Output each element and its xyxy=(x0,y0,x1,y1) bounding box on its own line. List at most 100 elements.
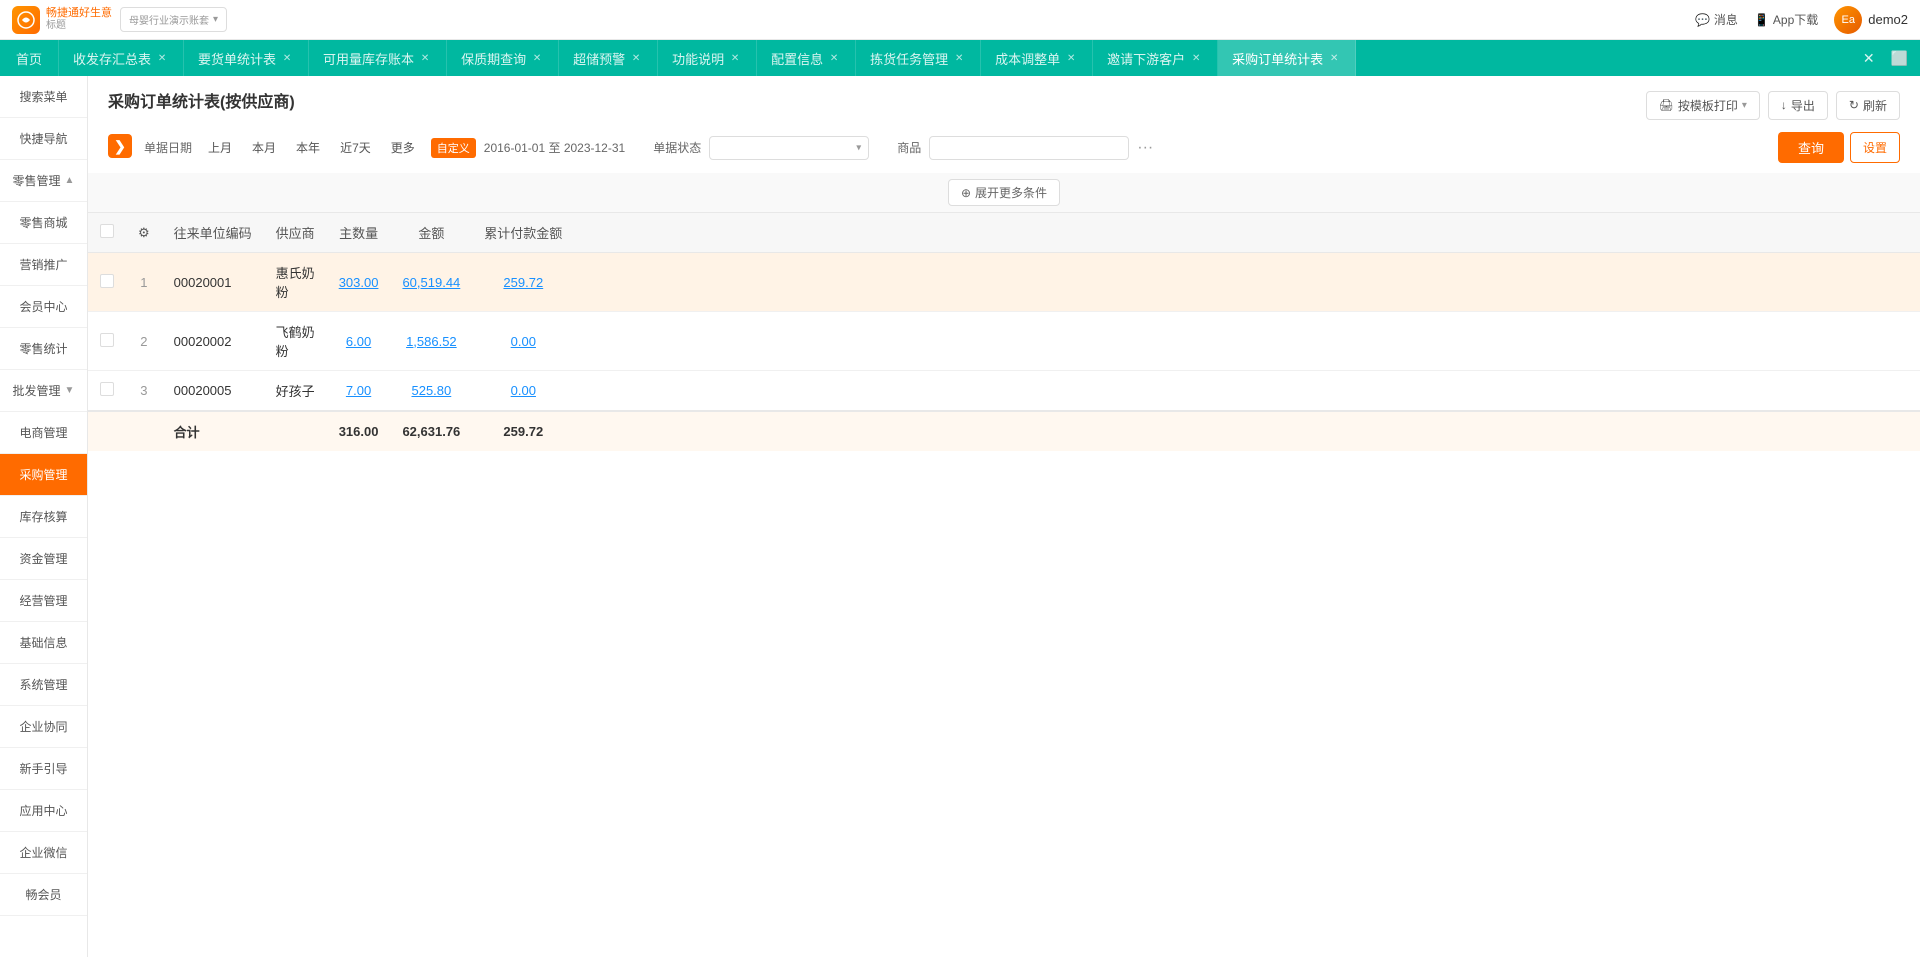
close-tab-picking-task[interactable]: ✕ xyxy=(952,51,966,65)
table-footer: 合计 316.00 62,631.76 259.72 xyxy=(88,411,1920,451)
sidebar-item-system[interactable]: 系统管理 xyxy=(0,664,87,706)
settings-icon[interactable]: ⚙ xyxy=(138,225,150,240)
sidebar-item-quick-nav[interactable]: 快捷导航 xyxy=(0,118,87,160)
status-select[interactable] xyxy=(709,136,869,160)
sidebar-item-new-user[interactable]: 新手引导 xyxy=(0,748,87,790)
sidebar-item-member[interactable]: 会员中心 xyxy=(0,286,87,328)
expand-conditions-btn[interactable]: ⊕ 展开更多条件 xyxy=(948,179,1060,206)
tab-order-summary[interactable]: 要货单统计表 ✕ xyxy=(184,40,309,76)
tab-overstock[interactable]: 超储预警 ✕ xyxy=(559,40,658,76)
tab-config-info[interactable]: 配置信息 ✕ xyxy=(757,40,856,76)
message-btn[interactable]: 💬 消息 xyxy=(1695,11,1738,28)
select-all-checkbox[interactable] xyxy=(100,224,114,238)
col-supplier: 供应商 xyxy=(264,213,327,253)
row-checkbox-2[interactable] xyxy=(88,371,126,412)
print-btn[interactable]: 🖨 按模板打印 ▾ xyxy=(1646,91,1760,120)
tab-cost-adjust[interactable]: 成本调整单 ✕ xyxy=(981,40,1093,76)
row-qty-0[interactable]: 303.00 xyxy=(327,253,391,312)
close-all-tabs-btn[interactable]: ✕ xyxy=(1859,46,1879,71)
collapse-toggle[interactable]: ❯ xyxy=(108,134,132,158)
row-qty-2[interactable]: 7.00 xyxy=(327,371,391,412)
status-select-wrapper[interactable] xyxy=(709,136,869,160)
goods-input[interactable] xyxy=(929,136,1129,160)
sidebar-item-purchase[interactable]: 采购管理 xyxy=(0,454,87,496)
query-settings-group: 查询 设置 xyxy=(1778,132,1900,163)
sidebar-item-operations[interactable]: 经营管理 xyxy=(0,580,87,622)
close-tab-shelf-life[interactable]: ✕ xyxy=(530,51,544,65)
close-tab-invite-downstream[interactable]: ✕ xyxy=(1189,51,1203,65)
row-amount-0[interactable]: 60,519.44 xyxy=(390,253,472,312)
export-btn[interactable]: ↓ 导出 xyxy=(1768,91,1828,120)
close-tab-order-summary[interactable]: ✕ xyxy=(280,51,294,65)
tab-shelf-life[interactable]: 保质期查询 ✕ xyxy=(447,40,559,76)
close-tab-available-stock[interactable]: ✕ xyxy=(418,51,432,65)
sidebar-item-base-info[interactable]: 基础信息 xyxy=(0,622,87,664)
close-tab-purchase-summary[interactable]: ✕ xyxy=(1327,51,1341,65)
printer-icon: 🖨 xyxy=(1659,98,1674,112)
sidebar-item-app-center[interactable]: 应用中心 xyxy=(0,790,87,832)
sidebar-item-enterprise[interactable]: 企业协同 xyxy=(0,706,87,748)
col-settings: ⚙ xyxy=(126,213,162,253)
tab-invite-downstream[interactable]: 邀请下游客户 ✕ xyxy=(1093,40,1218,76)
query-btn[interactable]: 查询 xyxy=(1778,132,1844,163)
row-amount-2[interactable]: 525.80 xyxy=(390,371,472,412)
sidebar-item-marketing[interactable]: 营销推广 xyxy=(0,244,87,286)
user-area[interactable]: Ea demo2 xyxy=(1834,6,1908,34)
shortcut-more[interactable]: 更多 xyxy=(383,137,423,158)
row-paid-0[interactable]: 259.72 xyxy=(472,253,574,312)
row-select-checkbox-0[interactable] xyxy=(100,274,114,288)
expand-toggle-btn[interactable]: ❯ xyxy=(108,134,132,158)
close-tab-receive-send[interactable]: ✕ xyxy=(155,51,169,65)
sidebar-item-enterprise-wechat[interactable]: 企业微信 xyxy=(0,832,87,874)
footer-label: 合计 xyxy=(162,411,327,451)
footer-empty2 xyxy=(126,411,162,451)
nav-tabs-end: ✕ ⬜ xyxy=(1859,46,1920,71)
row-num-1: 2 xyxy=(126,312,162,371)
tab-home[interactable]: 首页 xyxy=(0,40,59,76)
table-area: ⚙ 往来单位编码 供应商 主数量 金额 累计付款金额 1 00020001 惠氏… xyxy=(88,213,1920,957)
sidebar-item-retail-mgmt[interactable]: 零售管理 ▲ xyxy=(0,160,87,202)
refresh-btn[interactable]: ↻ 刷新 xyxy=(1836,91,1900,120)
close-tab-function-desc[interactable]: ✕ xyxy=(728,51,742,65)
shortcut-last-month[interactable]: 上月 xyxy=(200,137,240,158)
chevron-up-icon: ▲ xyxy=(65,175,75,186)
tab-function-desc[interactable]: 功能说明 ✕ xyxy=(658,40,757,76)
row-checkbox-0[interactable] xyxy=(88,253,126,312)
row-checkbox-1[interactable] xyxy=(88,312,126,371)
app-download-btn[interactable]: 📱 App下载 xyxy=(1754,11,1818,28)
sidebar-item-retail-stats[interactable]: 零售统计 xyxy=(0,328,87,370)
maximize-btn[interactable]: ⬜ xyxy=(1887,46,1912,71)
row-amount-1[interactable]: 1,586.52 xyxy=(390,312,472,371)
close-tab-overstock[interactable]: ✕ xyxy=(629,51,643,65)
sidebar-item-search[interactable]: 搜索菜单 xyxy=(0,76,87,118)
sidebar-item-retail-store[interactable]: 零售商城 xyxy=(0,202,87,244)
row-paid-1[interactable]: 0.00 xyxy=(472,312,574,371)
shortcut-7-days[interactable]: 近7天 xyxy=(332,137,379,158)
tab-picking-task[interactable]: 拣货任务管理 ✕ xyxy=(856,40,981,76)
row-qty-1[interactable]: 6.00 xyxy=(327,312,391,371)
shortcut-this-month[interactable]: 本月 xyxy=(244,137,284,158)
table-row: 2 00020002 飞鹤奶粉 6.00 1,586.52 0.00 xyxy=(88,312,1920,371)
row-num-0: 1 xyxy=(126,253,162,312)
footer-empty1 xyxy=(88,411,126,451)
row-select-checkbox-2[interactable] xyxy=(100,382,114,396)
settings-btn[interactable]: 设置 xyxy=(1850,132,1900,163)
row-paid-2[interactable]: 0.00 xyxy=(472,371,574,412)
workspace-selector[interactable]: 母婴行业演示账套 ▾ xyxy=(120,7,227,32)
tab-receive-send[interactable]: 收发存汇总表 ✕ xyxy=(59,40,184,76)
goods-input-more-icon[interactable]: ··· xyxy=(1137,140,1153,156)
tab-purchase-summary[interactable]: 采购订单统计表 ✕ xyxy=(1218,40,1356,76)
close-tab-config-info[interactable]: ✕ xyxy=(827,51,841,65)
close-tab-cost-adjust[interactable]: ✕ xyxy=(1064,51,1078,65)
shortcut-this-year[interactable]: 本年 xyxy=(288,137,328,158)
sidebar-item-inventory[interactable]: 库存核算 xyxy=(0,496,87,538)
tab-available-stock[interactable]: 可用量库存账本 ✕ xyxy=(309,40,447,76)
table-row: 1 00020001 惠氏奶粉 303.00 60,519.44 259.72 xyxy=(88,253,1920,312)
phone-icon: 📱 xyxy=(1754,13,1769,27)
sidebar-item-wholesale[interactable]: 批发管理 ▼ xyxy=(0,370,87,412)
sidebar-item-vip[interactable]: 畅会员 xyxy=(0,874,87,916)
row-select-checkbox-1[interactable] xyxy=(100,333,114,347)
sidebar-item-finance[interactable]: 资金管理 xyxy=(0,538,87,580)
sidebar-item-ecommerce[interactable]: 电商管理 xyxy=(0,412,87,454)
custom-date-badge[interactable]: 自定义 xyxy=(431,138,476,158)
